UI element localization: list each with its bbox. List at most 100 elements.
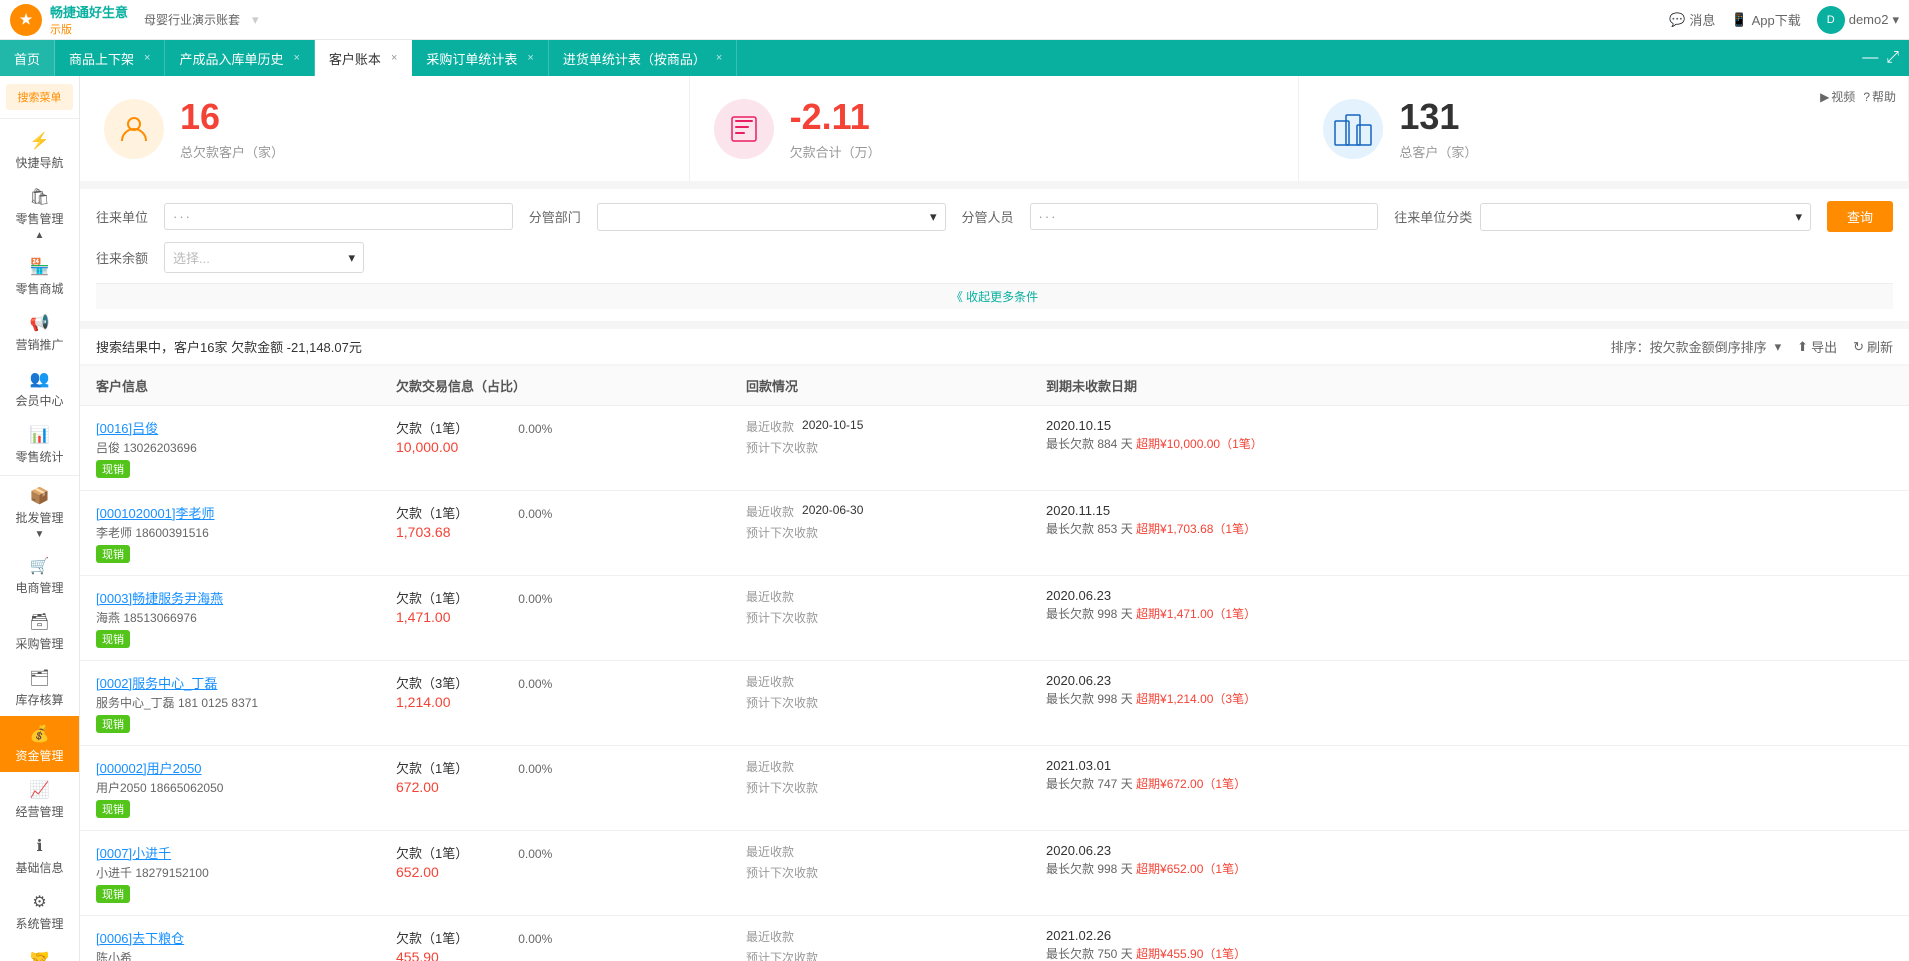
tab-inbound-stats[interactable]: 进货单统计表（按商品） × <box>549 40 737 76</box>
tab-inbound-stats-close[interactable]: × <box>716 52 722 64</box>
manager-dots: ··· <box>1039 209 1058 224</box>
customer-name-link[interactable]: [0016]吕俊 <box>96 421 158 436</box>
sidebar-item-wholesale-mgmt[interactable]: 📦 批发管理 ▼ <box>0 478 79 548</box>
sidebar-section: ⚡ 快捷导航 🛍 零售管理 ▲ 🏪 零售商城 📢 营销推广 👥 会员中心 � <box>0 119 79 961</box>
sidebar-item-members[interactable]: 👥 会员中心 <box>0 361 79 417</box>
industry-dropdown-icon[interactable]: ▾ <box>252 12 259 28</box>
manager-input[interactable]: ··· <box>1030 203 1379 230</box>
stat-value-total: 131 <box>1399 96 1884 138</box>
overdue-detail-link[interactable]: 超期¥652.00（1笔） <box>1136 862 1246 876</box>
customer-name-link[interactable]: [0006]去下粮仓 <box>96 931 184 946</box>
tab-customer-account-close[interactable]: × <box>391 52 397 64</box>
overdue-detail-link[interactable]: 超期¥10,000.00（1笔） <box>1136 437 1263 451</box>
debt-info-cell: 欠款（3笔） 1,214.00 0.00% <box>396 673 746 710</box>
overdue-date: 2020.10.15 <box>1046 418 1893 433</box>
tab-customer-account[interactable]: 客户账本 × <box>315 40 412 76</box>
sidebar-item-purchase-mgmt[interactable]: 🗃 采购管理 <box>0 604 79 660</box>
sidebar-item-operations[interactable]: 📈 经营管理 <box>0 772 79 828</box>
sidebar-item-enterprise-collab[interactable]: 🤝 企业协同 <box>0 940 79 961</box>
overdue-detail-link[interactable]: 超期¥455.90（1笔） <box>1136 947 1246 961</box>
customer-name-link[interactable]: [000002]用户2050 <box>96 761 202 776</box>
overdue-detail-link[interactable]: 超期¥672.00（1笔） <box>1136 777 1246 791</box>
overdue-date: 2021.02.26 <box>1046 928 1893 943</box>
sidebar-item-system-mgmt[interactable]: ⚙ 系统管理 <box>0 884 79 940</box>
source-unit-label: 往来单位 <box>96 207 156 226</box>
customer-name-link[interactable]: [0007]小进千 <box>96 846 171 861</box>
tab-home[interactable]: 首页 <box>0 40 55 76</box>
source-unit-input[interactable]: ··· <box>164 203 513 230</box>
tab-purchase-orders-close[interactable]: × <box>527 52 533 64</box>
customer-info-cell: [0006]去下粮仓 陈小希 现销 <box>96 928 396 961</box>
overdue-detail-link[interactable]: 超期¥1,214.00（3笔） <box>1136 692 1256 706</box>
sidebar-item-quick-nav[interactable]: ⚡ 快捷导航 <box>0 123 79 179</box>
overdue-detail-link[interactable]: 超期¥1,471.00（1笔） <box>1136 607 1256 621</box>
sidebar-item-retail-stats[interactable]: 📊 零售统计 <box>0 417 79 473</box>
dept-select[interactable]: ▾ <box>597 203 946 231</box>
tab-product-history[interactable]: 产成品入库单历史 × <box>165 40 314 76</box>
customer-tag: 现销 <box>96 885 130 903</box>
customer-tag: 现销 <box>96 715 130 733</box>
col-header-customer: 客户信息 <box>96 376 396 395</box>
collapse-bar[interactable]: 《 收起更多条件 <box>96 283 1893 309</box>
customer-name-link[interactable]: [0001020001]李老师 <box>96 506 215 521</box>
customer-phone: 服务中心_丁磊 181 0125 8371 <box>96 694 396 711</box>
last-collection-label: 最近收款 <box>746 588 794 605</box>
last-collection-label: 最近收款 <box>746 673 794 690</box>
customer-name-link[interactable]: [0003]畅捷服务尹海燕 <box>96 591 223 606</box>
basic-info-icon: ℹ <box>36 836 42 856</box>
search-btn[interactable]: 查询 <box>1827 201 1893 232</box>
tab-products-online-close[interactable]: × <box>144 52 150 64</box>
user-menu[interactable]: D demo2 ▾ <box>1817 6 1899 34</box>
debt-percent: 0.00% <box>518 677 552 691</box>
customer-tag: 现销 <box>96 545 130 563</box>
col-header-overdue: 到期未收款日期 <box>1046 376 1893 395</box>
stat-icon-customers <box>104 99 164 159</box>
tab-products-online-label: 商品上下架 <box>69 49 134 68</box>
customer-phone: 陈小希 <box>96 949 396 961</box>
help-link[interactable]: ? 帮助 <box>1863 88 1896 105</box>
sidebar-item-ecommerce[interactable]: 🛒 电商管理 <box>0 548 79 604</box>
customer-info-cell: [0007]小进千 小进千 18279152100 现销 <box>96 843 396 903</box>
next-collection-label: 预计下次收款 <box>746 609 1046 626</box>
overdue-days: 最长欠款 853 天 超期¥1,703.68（1笔） <box>1046 520 1893 537</box>
customer-info-cell: [0001020001]李老师 李老师 18600391516 现销 <box>96 503 396 563</box>
sort-select[interactable]: 排序：按欠款金额倒序排序 ▾ <box>1611 337 1782 356</box>
sidebar-item-finance-mgmt[interactable]: 💰 资金管理 <box>0 716 79 772</box>
overdue-cell: 2020.10.15 最长欠款 884 天 超期¥10,000.00（1笔） <box>1046 418 1893 452</box>
system-mgmt-label: 系统管理 <box>15 915 63 932</box>
tab-product-history-label: 产成品入库单历史 <box>179 49 283 68</box>
top-right: 💬 消息 📱 App下载 D demo2 ▾ <box>1669 6 1899 34</box>
logo-area: ★ 畅捷通好生意 示版 母婴行业演示账套 ▾ <box>10 2 259 37</box>
sidebar-item-retail-mgmt[interactable]: 🛍 零售管理 ▲ <box>0 179 79 249</box>
tab-minimize-icon[interactable]: — <box>1862 49 1878 67</box>
tab-purchase-orders[interactable]: 采购订单统计表 × <box>412 40 548 76</box>
refresh-btn[interactable]: ↻ 刷新 <box>1853 337 1893 356</box>
overdue-days: 最长欠款 998 天 超期¥652.00（1笔） <box>1046 860 1893 877</box>
overdue-detail-link[interactable]: 超期¥1,703.68（1笔） <box>1136 522 1256 536</box>
app-download-btn[interactable]: 📱 App下载 <box>1731 10 1800 29</box>
sidebar-item-basic-info[interactable]: ℹ 基础信息 <box>0 828 79 884</box>
video-link[interactable]: ▶ 视频 <box>1820 88 1855 105</box>
sidebar-item-marketing[interactable]: 📢 营销推广 <box>0 305 79 361</box>
remaining-select[interactable]: 选择... ▾ <box>164 242 364 273</box>
tab-customer-account-label: 客户账本 <box>329 49 381 68</box>
unit-category-label: 往来单位分类 <box>1394 207 1472 226</box>
marketing-icon: 📢 <box>30 313 50 333</box>
sidebar-item-inventory[interactable]: 🗂 库存核算 <box>0 660 79 716</box>
tab-products-online[interactable]: 商品上下架 × <box>55 40 165 76</box>
customer-name-link[interactable]: [0002]服务中心_丁磊 <box>96 676 217 691</box>
messages-btn[interactable]: 💬 消息 <box>1669 10 1715 29</box>
unit-category-select[interactable]: ▾ <box>1480 203 1811 231</box>
basic-info-label: 基础信息 <box>15 859 63 876</box>
sidebar-item-retail-store[interactable]: 🏪 零售商城 <box>0 249 79 305</box>
tab-maximize-icon[interactable]: ⤢ <box>1886 49 1899 67</box>
export-btn[interactable]: ⬆ 导出 <box>1797 337 1837 356</box>
stat-content-customers: 16 总欠款客户（家） <box>180 96 665 161</box>
debt-percent: 0.00% <box>518 507 552 521</box>
table-header: 客户信息 欠款交易信息（占比） 回款情况 到期未收款日期 <box>80 366 1909 406</box>
retail-store-icon: 🏪 <box>30 257 50 277</box>
tab-product-history-close[interactable]: × <box>293 52 299 64</box>
search-menu-btn[interactable]: 搜索菜单 <box>6 84 73 110</box>
overdue-date: 2020.11.15 <box>1046 503 1893 518</box>
stat-item-customers: 16 总欠款客户（家） <box>80 76 690 181</box>
